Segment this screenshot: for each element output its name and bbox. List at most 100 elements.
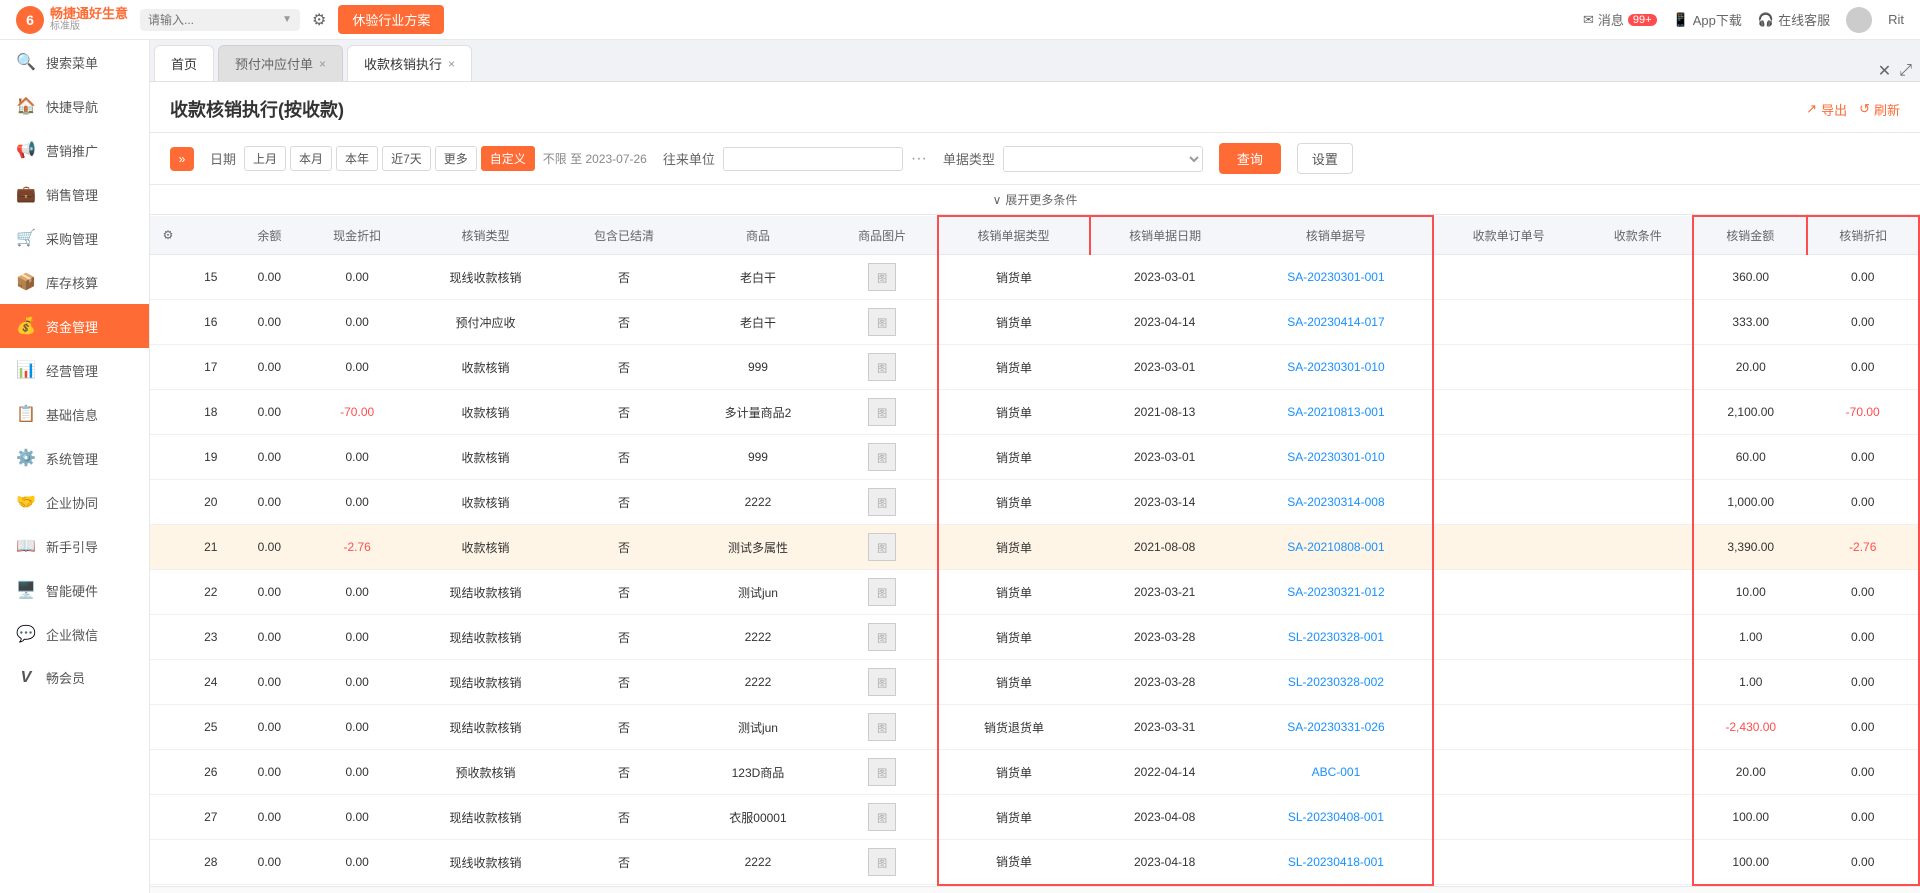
message-label: 消息 xyxy=(1598,10,1624,29)
tab-expand-icon[interactable]: ⤢ xyxy=(1899,62,1912,80)
td-include-settled-9: 否 xyxy=(560,660,688,705)
expand-more-bar: ∨ 展开更多条件 xyxy=(150,185,1920,215)
receipt-note-link-13[interactable]: SL-20230418-001 xyxy=(1288,855,1384,869)
sidebar-item-finance[interactable]: 💰 资金管理 xyxy=(0,304,149,348)
td-include-settled-11: 否 xyxy=(560,750,688,795)
sidebar-label-inventory: 库存核算 xyxy=(46,273,98,292)
td-receipt-note-no-5: SA-20230314-008 xyxy=(1240,480,1433,525)
td-writeoff-discount-12: 0.00 xyxy=(1807,795,1919,840)
receipt-note-link-7[interactable]: SA-20230321-012 xyxy=(1287,585,1384,599)
sidebar-item-search[interactable]: 🔍 搜索菜单 xyxy=(0,40,149,84)
sidebar-item-operations[interactable]: 📊 经营管理 xyxy=(0,348,149,392)
search-icon: 🔍 xyxy=(16,52,36,72)
sidebar-item-purchase[interactable]: 🛒 采购管理 xyxy=(0,216,149,260)
tab-prepay[interactable]: 预付冲应付单 × xyxy=(218,45,343,81)
sidebar-item-marketing[interactable]: 📢 营销推广 xyxy=(0,128,149,172)
th-settings[interactable]: ⚙ xyxy=(150,216,186,255)
td-balance-11: 0.00 xyxy=(236,750,304,795)
sidebar-item-sales[interactable]: 💼 销售管理 xyxy=(0,172,149,216)
td-include-settled-1: 否 xyxy=(560,300,688,345)
tab-prepay-close[interactable]: × xyxy=(319,57,326,71)
expand-more-label: 展开更多条件 xyxy=(1005,191,1077,208)
online-service-item[interactable]: 🎧 在线客服 xyxy=(1758,10,1830,29)
td-receipt-condition-11 xyxy=(1583,750,1693,795)
td-cash-discount-13: 0.00 xyxy=(303,840,411,885)
filter-company-group: 往来单位 ··· xyxy=(663,147,927,171)
tab-home[interactable]: 首页 xyxy=(154,45,214,81)
receipt-note-link-1[interactable]: SA-20230414-017 xyxy=(1287,315,1384,329)
receipt-note-link-12[interactable]: SL-20230408-001 xyxy=(1288,810,1384,824)
user-avatar[interactable] xyxy=(1846,7,1872,33)
message-item[interactable]: ✉ 消息 99+ xyxy=(1583,10,1657,29)
filter-more-btn[interactable]: 更多 xyxy=(435,146,477,171)
td-writeoff-discount-10: 0.00 xyxy=(1807,705,1919,750)
td-cash-discount-10: 0.00 xyxy=(303,705,411,750)
query-btn[interactable]: 查询 xyxy=(1219,143,1281,174)
receipt-note-link-8[interactable]: SL-20230328-001 xyxy=(1288,630,1384,644)
td-product-5: 2222 xyxy=(688,480,828,525)
td-receipt-condition-1 xyxy=(1583,300,1693,345)
filter-company-dots[interactable]: ··· xyxy=(911,150,927,168)
receipt-note-link-11[interactable]: ABC-001 xyxy=(1312,765,1361,779)
receipt-note-link-4[interactable]: SA-20230301-010 xyxy=(1287,450,1384,464)
filter-settings-btn[interactable]: 设置 xyxy=(1297,143,1353,174)
breadcrumb-input[interactable] xyxy=(140,9,300,31)
filter-receipt-type-select[interactable] xyxy=(1003,146,1203,172)
receipt-note-link-9[interactable]: SL-20230328-002 xyxy=(1288,675,1384,689)
filter-7days-btn[interactable]: 近7天 xyxy=(382,146,431,171)
sidebar-item-enterprise[interactable]: 🤝 企业协同 xyxy=(0,480,149,524)
td-cash-discount-5: 0.00 xyxy=(303,480,411,525)
main-layout: 🔍 搜索菜单 🏠 快捷导航 📢 营销推广 💼 销售管理 🛒 采购管理 📦 库存核… xyxy=(0,40,1920,893)
tab-writeoff-close[interactable]: × xyxy=(448,57,455,71)
tab-close-all-icon[interactable]: ✕ xyxy=(1878,61,1891,81)
td-settings-13 xyxy=(150,840,186,885)
sidebar-item-quicknav[interactable]: 🏠 快捷导航 xyxy=(0,84,149,128)
filter-expand-btn[interactable]: » xyxy=(170,147,194,171)
purchase-icon: 🛒 xyxy=(16,228,36,248)
sidebar-label-search: 搜索菜单 xyxy=(46,53,98,72)
filter-last-month-btn[interactable]: 上月 xyxy=(244,146,286,171)
app-download-item[interactable]: 📱 App下载 xyxy=(1673,10,1742,29)
td-product-8: 2222 xyxy=(688,615,828,660)
receipt-note-link-5[interactable]: SA-20230314-008 xyxy=(1287,495,1384,509)
table-row: 21 0.00 -2.76 收款核销 否 测试多属性 图 销货单 2021-08… xyxy=(150,525,1919,570)
export-label: 导出 xyxy=(1821,100,1847,119)
td-writeoff-amount-12: 100.00 xyxy=(1693,795,1807,840)
td-balance-0: 0.00 xyxy=(236,255,304,300)
sidebar-label-system: 系统管理 xyxy=(46,449,98,468)
td-include-settled-2: 否 xyxy=(560,345,688,390)
sidebar-item-basics[interactable]: 📋 基础信息 xyxy=(0,392,149,436)
sidebar-item-wechat[interactable]: 💬 企业微信 xyxy=(0,612,149,656)
filter-this-year-btn[interactable]: 本年 xyxy=(336,146,378,171)
receipt-note-link-0[interactable]: SA-20230301-001 xyxy=(1287,270,1384,284)
td-writeoff-type-9: 现结收款核销 xyxy=(411,660,560,705)
sidebar-item-member[interactable]: V 畅会员 xyxy=(0,656,149,699)
filter-custom-btn[interactable]: 自定义 xyxy=(481,146,535,171)
td-receipt-order-no-8 xyxy=(1433,615,1583,660)
td-product-4: 999 xyxy=(688,435,828,480)
sidebar-item-inventory[interactable]: 📦 库存核算 xyxy=(0,260,149,304)
td-writeoff-amount-2: 20.00 xyxy=(1693,345,1807,390)
sidebar-item-system[interactable]: ⚙️ 系统管理 xyxy=(0,436,149,480)
filter-this-month-btn[interactable]: 本月 xyxy=(290,146,332,171)
refresh-btn[interactable]: ↺ 刷新 xyxy=(1859,100,1900,119)
td-settings-3 xyxy=(150,390,186,435)
tab-writeoff[interactable]: 收款核销执行 × xyxy=(347,45,472,81)
export-btn[interactable]: ↗ 导出 xyxy=(1806,100,1847,119)
sidebar-item-guide[interactable]: 📖 新手引导 xyxy=(0,524,149,568)
settings-icon[interactable]: ⚙ xyxy=(312,10,326,30)
filter-company-input[interactable] xyxy=(723,147,903,171)
receipt-note-link-2[interactable]: SA-20230301-010 xyxy=(1287,360,1384,374)
td-receipt-note-date-5: 2023-03-14 xyxy=(1090,480,1240,525)
receipt-note-link-6[interactable]: SA-20210808-001 xyxy=(1287,540,1384,554)
td-writeoff-discount-13: 0.00 xyxy=(1807,840,1919,885)
receipt-note-link-3[interactable]: SA-20210813-001 xyxy=(1287,405,1384,419)
td-receipt-order-no-11 xyxy=(1433,750,1583,795)
receipt-note-link-10[interactable]: SA-20230331-026 xyxy=(1287,720,1384,734)
td-writeoff-amount-7: 10.00 xyxy=(1693,570,1807,615)
td-receipt-note-date-0: 2023-03-01 xyxy=(1090,255,1240,300)
refresh-label: 刷新 xyxy=(1874,100,1900,119)
expand-more-btn[interactable]: ∨ 展开更多条件 xyxy=(993,191,1078,208)
sidebar-item-hardware[interactable]: 🖥️ 智能硬件 xyxy=(0,568,149,612)
industry-btn[interactable]: 休验行业方案 xyxy=(338,5,444,34)
